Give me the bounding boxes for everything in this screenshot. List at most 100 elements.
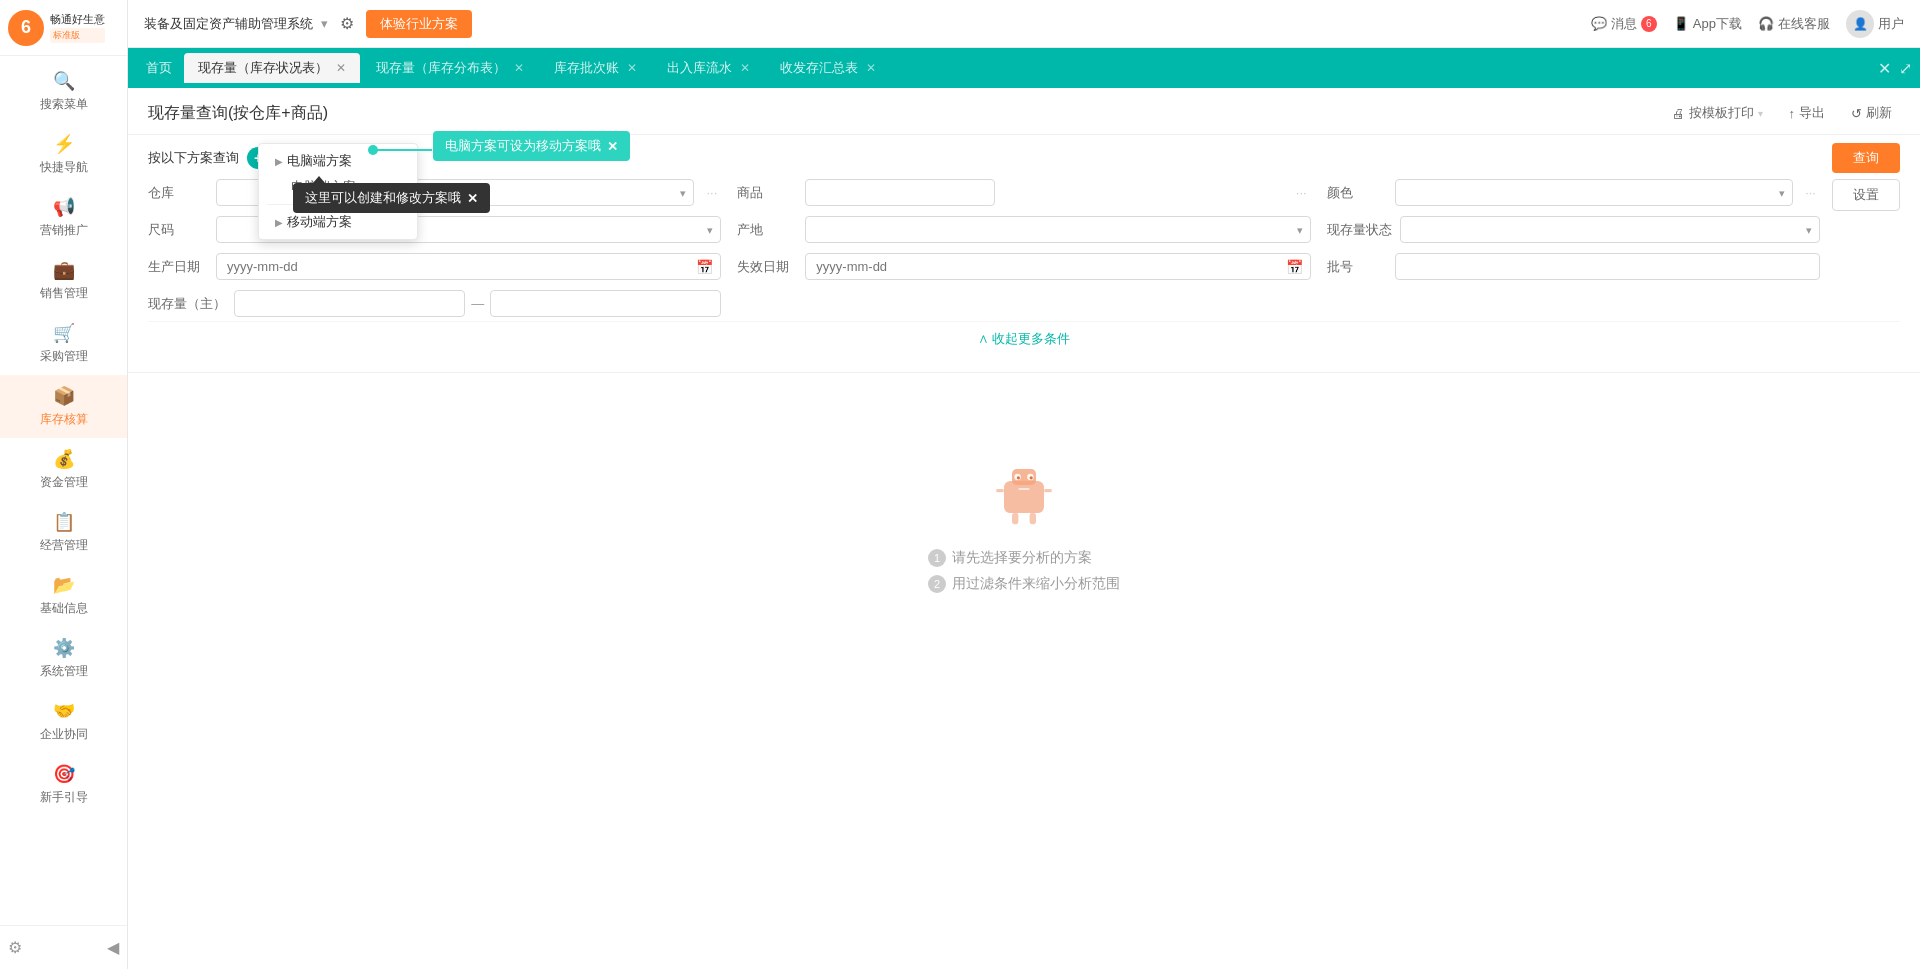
prod-date-input[interactable] [216,253,721,280]
main-wrap: 装备及固定资产辅助管理系统 ▾ ⚙ 体验行业方案 💬 消息 6 📱 App下载 … [128,0,1920,969]
color-select[interactable] [1395,179,1793,206]
sidebar-item-marketing[interactable]: 📢 营销推广 [0,186,127,249]
message-label: 消息 [1611,15,1637,33]
connector-dot [368,145,378,155]
filter-row-4: 现存量（主） — [148,290,1900,317]
online-service-button[interactable]: 🎧 在线客服 [1758,15,1830,33]
user-label: 用户 [1878,15,1904,33]
range-separator: — [471,296,484,311]
stock-qty-min[interactable] [234,290,465,317]
tabbar: 首页 现存量（库存状况表） ✕ 现存量（库存分布表） ✕ 库存批次账 ✕ 出入库… [128,48,1920,88]
batch-input[interactable] [1395,253,1820,280]
tab-close-all-icon[interactable]: ✕ [1878,59,1891,78]
marketing-icon: 📢 [53,196,75,218]
filter-item-size: 尺码 ▾ [148,216,721,243]
filter-actions: 查询 设置 [1832,143,1900,211]
scheme-group-label: 电脑端方案 [287,152,352,170]
filter-area: 按以下方案查询 + ✎ « ▶ 电脑端方案 电脑端方案 [128,135,1920,373]
triangle-icon: ▶ [275,156,283,167]
sidebar-item-sales[interactable]: 💼 销售管理 [0,249,127,312]
messages-button[interactable]: 💬 消息 6 [1591,15,1657,33]
expire-date-wrap: 📅 [805,253,1310,280]
purchase-icon: 🛒 [53,322,75,344]
sidebar-item-search[interactable]: 🔍 搜索菜单 [0,60,127,123]
stock-status-select-wrap: ▾ [1400,216,1820,243]
search-button[interactable]: 查询 [1832,143,1900,173]
sidebar-item-finance[interactable]: 💰 资金管理 [0,438,127,501]
scheme-tooltip-bubble: 电脑方案可设为移动方案哦 ✕ [433,131,630,161]
app-label: App下载 [1693,15,1742,33]
goods-input-wrap [805,179,1283,206]
tab-label: 现存量（库存分布表） [376,59,506,77]
tab-inventory-status[interactable]: 现存量（库存状况表） ✕ [184,53,360,83]
app-download-button[interactable]: 📱 App下载 [1673,15,1742,33]
sidebar-item-enterprise[interactable]: 🤝 企业协同 [0,690,127,753]
prod-date-wrap: 📅 [216,253,721,280]
tab-home[interactable]: 首页 [136,53,182,83]
sidebar-item-purchase[interactable]: 🛒 采购管理 [0,312,127,375]
origin-select-wrap: ▾ [805,216,1310,243]
tab-close-icon[interactable]: ✕ [336,61,346,75]
export-icon: ↑ [1789,106,1796,121]
filter-label-row: 按以下方案查询 + ✎ « ▶ 电脑端方案 电脑端方案 [148,147,1900,169]
sales-icon: 💼 [53,259,75,281]
sidebar-item-inventory[interactable]: 📦 库存核算 [0,375,127,438]
filter-item-expire-date: 失效日期 📅 [737,253,1310,280]
triangle-icon: ▶ [275,217,283,228]
refresh-label: 刷新 [1866,104,1892,122]
sidebar-item-basic[interactable]: 📂 基础信息 [0,564,127,627]
settings-button[interactable]: ⚙ [8,938,22,957]
search-icon: 🔍 [53,70,75,92]
tab-label: 收发存汇总表 [780,59,858,77]
dropdown-arrow-icon: ▾ [321,16,328,31]
tab-end-btns: ✕ ⤢ [1878,59,1912,78]
refresh-button[interactable]: ↺ 刷新 [1843,100,1900,126]
scheme-group-desktop[interactable]: ▶ 电脑端方案 [267,148,409,174]
phone-icon: 📱 [1673,16,1689,31]
tab-close-icon[interactable]: ✕ [740,61,750,75]
printer-icon: 🖨 [1672,106,1685,121]
page-header: 现存量查询(按仓库+商品) 🖨 按模板打印 ▾ ↑ 导出 ↺ 刷新 [128,88,1920,135]
empty-state: 1 请先选择要分析的方案 2 用过滤条件来缩小分析范围 [128,373,1920,673]
sidebar-item-nav[interactable]: ⚡ 快捷导航 [0,123,127,186]
refresh-icon: ↺ [1851,106,1862,121]
stock-qty-max[interactable] [490,290,721,317]
page-title: 现存量查询(按仓库+商品) [148,103,328,124]
sidebar-item-operation[interactable]: 📋 经营管理 [0,501,127,564]
scheme-tooltip-close[interactable]: ✕ [607,139,618,154]
tab-expand-icon[interactable]: ⤢ [1899,59,1912,78]
user-menu[interactable]: 👤 用户 [1846,10,1904,38]
edit-tooltip-close[interactable]: ✕ [467,191,478,206]
tab-in-out-flow[interactable]: 出入库流水 ✕ [653,53,764,83]
logo-text: 畅通好生意 [50,12,105,27]
collapse-bar[interactable]: ∧ 收起更多条件 [148,321,1900,356]
finance-icon: 💰 [53,448,75,470]
tab-close-icon[interactable]: ✕ [627,61,637,75]
gear-button[interactable]: ⚙ [340,14,354,33]
tip-num-1: 1 [928,549,946,567]
expire-date-input[interactable] [805,253,1310,280]
tab-collect-summary[interactable]: 收发存汇总表 ✕ [766,53,890,83]
export-button[interactable]: ↑ 导出 [1781,100,1834,126]
sidebar-item-guide[interactable]: 🎯 新手引导 [0,753,127,816]
filter-item-batch: 批号 [1327,253,1900,280]
industry-button[interactable]: 体验行业方案 [366,10,472,38]
inventory-icon: 📦 [53,385,75,407]
stock-status-select[interactable] [1400,216,1820,243]
home-tab-label: 首页 [146,60,172,75]
origin-select[interactable] [805,216,1310,243]
sidebar: 6 畅通好生意 标准版 🔍 搜索菜单 ⚡ 快捷导航 📢 营销推广 💼 销售管理 … [0,0,128,969]
tab-batch-account[interactable]: 库存批次账 ✕ [540,53,651,83]
print-button[interactable]: 🖨 按模板打印 ▾ [1664,100,1771,126]
sidebar-item-system[interactable]: ⚙️ 系统管理 [0,627,127,690]
svg-rect-10 [1030,513,1036,524]
goods-input[interactable] [805,179,995,206]
tab-inventory-dist[interactable]: 现存量（库存分布表） ✕ [362,53,538,83]
empty-tips: 1 请先选择要分析的方案 2 用过滤条件来缩小分析范围 [928,549,1120,593]
tab-close-icon[interactable]: ✕ [514,61,524,75]
page-content: 现存量查询(按仓库+商品) 🖨 按模板打印 ▾ ↑ 导出 ↺ 刷新 [128,88,1920,969]
sidebar-item-label: 采购管理 [40,348,88,365]
tab-close-icon[interactable]: ✕ [866,61,876,75]
collapse-button[interactable]: ◀ [107,938,119,957]
reset-button[interactable]: 设置 [1832,179,1900,211]
